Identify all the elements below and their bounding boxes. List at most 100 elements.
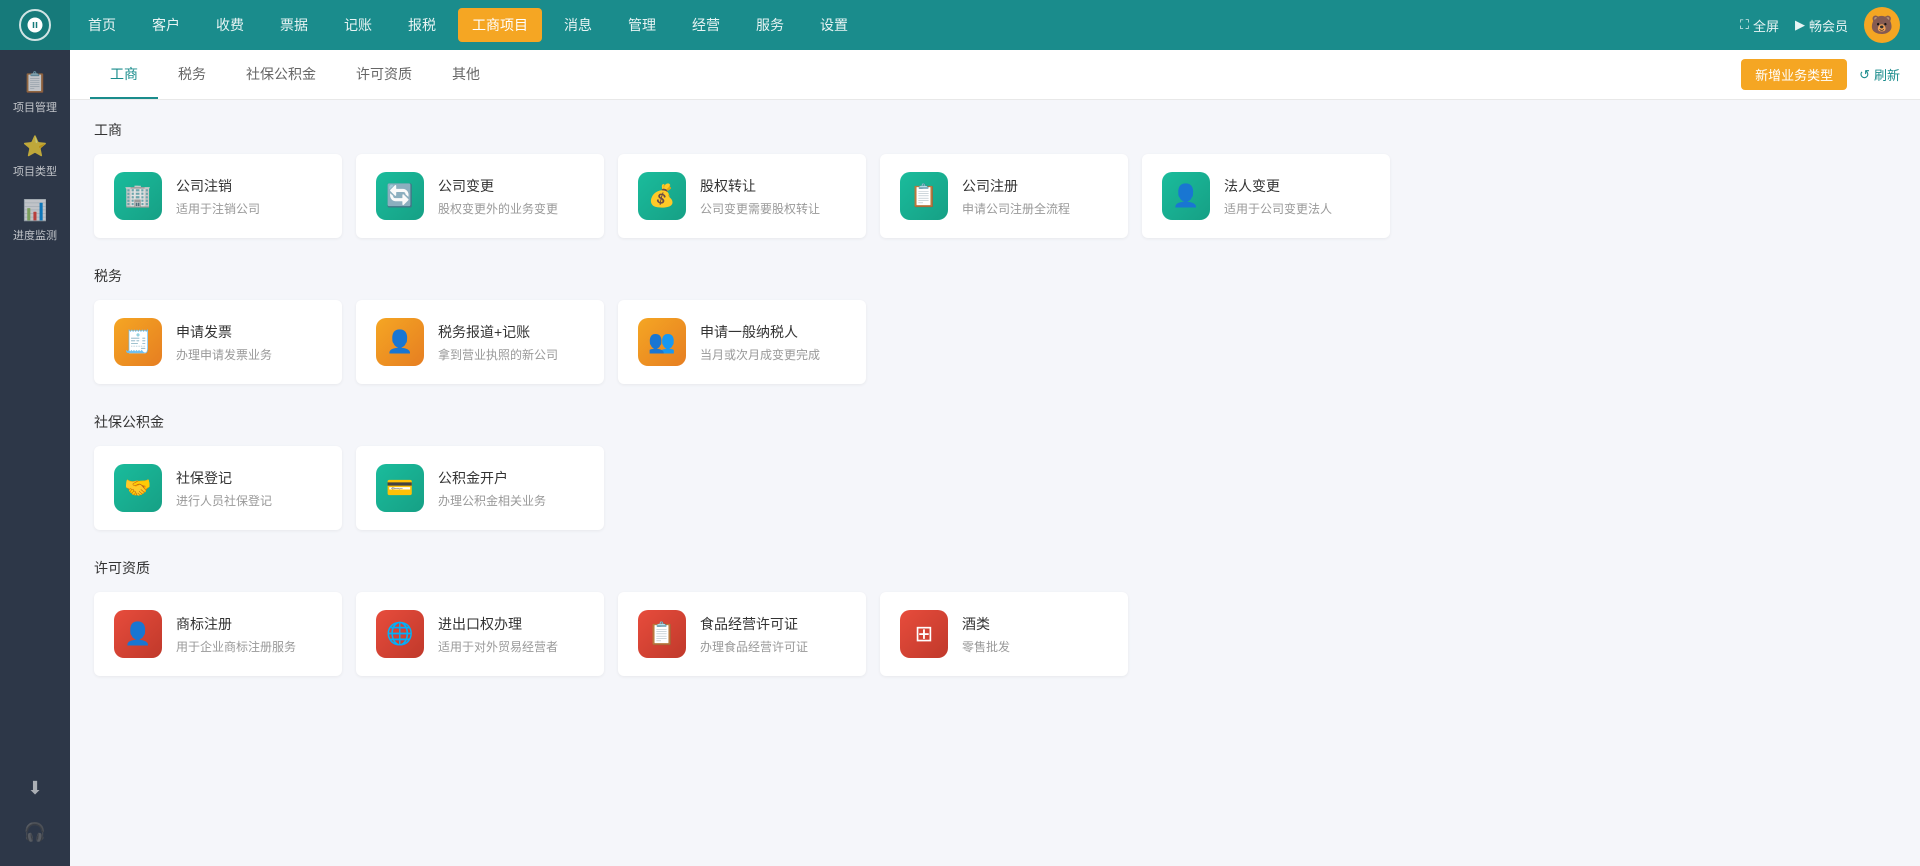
- card-商标注册[interactable]: 👤 商标注册用于企业商标注册服务: [94, 592, 342, 676]
- card-title-进出口权办理: 进出口权办理: [438, 614, 584, 634]
- cards-grid-许可资质: 👤 商标注册用于企业商标注册服务 🌐 进出口权办理适用于对外贸易经营者 📋 食品经营许可证…: [94, 592, 1896, 676]
- card-申请发票[interactable]: 🧾 申请发票办理申请发票业务: [94, 300, 342, 384]
- fullscreen-button[interactable]: ⛶ 全屏: [1740, 16, 1779, 35]
- nav-item-设置[interactable]: 设置: [802, 0, 866, 50]
- sidebar-item-1[interactable]: ⭐项目类型: [0, 124, 70, 188]
- card-desc-食品经营许可证: 办理食品经营许可证: [700, 638, 846, 655]
- nav-item-工商项目[interactable]: 工商项目: [458, 8, 542, 42]
- tab-税务[interactable]: 税务: [158, 50, 226, 99]
- card-text-股权转让: 股权转让公司变更需要股权转让: [700, 176, 846, 217]
- card-icon-酒类: ⊞: [900, 610, 948, 658]
- card-text-食品经营许可证: 食品经营许可证办理食品经营许可证: [700, 614, 846, 655]
- card-desc-社保登记: 进行人员社保登记: [176, 492, 322, 509]
- logo-area[interactable]: [0, 0, 70, 50]
- card-icon-公司变更: 🔄: [376, 172, 424, 220]
- card-text-税务报道+记账: 税务报道+记账拿到营业执照的新公司: [438, 322, 584, 363]
- card-text-公司注册: 公司注册申请公司注册全流程: [962, 176, 1108, 217]
- card-icon-进出口权办理: 🌐: [376, 610, 424, 658]
- card-公司变更[interactable]: 🔄 公司变更股权变更外的业务变更: [356, 154, 604, 238]
- nav-item-经营[interactable]: 经营: [674, 0, 738, 50]
- card-desc-股权转让: 公司变更需要股权转让: [700, 200, 846, 217]
- cards-grid-税务: 🧾 申请发票办理申请发票业务 👤税务报道+记账拿到营业执照的新公司 👥 申请一般纳税人当…: [94, 300, 1896, 384]
- tab-社保公积金[interactable]: 社保公积金: [226, 50, 336, 99]
- card-desc-公司注销: 适用于注销公司: [176, 200, 322, 217]
- section-title-许可资质: 许可资质: [94, 558, 1896, 578]
- card-社保登记[interactable]: 🤝 社保登记进行人员社保登记: [94, 446, 342, 530]
- card-title-商标注册: 商标注册: [176, 614, 322, 634]
- top-navigation: 首页客户收费票据记账报税工商项目消息管理经营服务设置 ⛶ 全屏 ▶ 畅会员 🐻: [0, 0, 1920, 50]
- card-法人变更[interactable]: 👤法人变更适用于公司变更法人: [1142, 154, 1390, 238]
- sidebar-bottom-icon-1[interactable]: 🎧: [17, 814, 53, 850]
- main-layout: 📋项目管理⭐项目类型📊进度监测⬇🎧 工商税务社保公积金许可资质其他 新增业务类型…: [0, 50, 1920, 866]
- card-股权转让[interactable]: 💰 股权转让公司变更需要股权转让: [618, 154, 866, 238]
- card-text-申请发票: 申请发票办理申请发票业务: [176, 322, 322, 363]
- card-text-酒类: 酒类零售批发: [962, 614, 1108, 655]
- card-title-申请发票: 申请发票: [176, 322, 322, 342]
- card-desc-公司注册: 申请公司注册全流程: [962, 200, 1108, 217]
- vip-button[interactable]: ▶ 畅会员: [1795, 16, 1848, 35]
- section-title-税务: 税务: [94, 266, 1896, 286]
- nav-right: ⛶ 全屏 ▶ 畅会员 🐻: [1740, 7, 1920, 43]
- nav-item-收费[interactable]: 收费: [198, 0, 262, 50]
- card-icon-申请一般纳税人: 👥: [638, 318, 686, 366]
- tab-工商[interactable]: 工商: [90, 50, 158, 99]
- nav-item-消息[interactable]: 消息: [546, 0, 610, 50]
- card-text-公司注销: 公司注销适用于注销公司: [176, 176, 322, 217]
- tabs-bar: 工商税务社保公积金许可资质其他 新增业务类型 ↺ 刷新: [70, 50, 1920, 100]
- card-icon-社保登记: 🤝: [114, 464, 162, 512]
- card-title-股权转让: 股权转让: [700, 176, 846, 196]
- card-text-申请一般纳税人: 申请一般纳税人当月或次月成变更完成: [700, 322, 846, 363]
- tab-许可资质[interactable]: 许可资质: [336, 50, 432, 99]
- card-进出口权办理[interactable]: 🌐 进出口权办理适用于对外贸易经营者: [356, 592, 604, 676]
- nav-item-客户[interactable]: 客户: [134, 0, 198, 50]
- card-icon-商标注册: 👤: [114, 610, 162, 658]
- card-desc-进出口权办理: 适用于对外贸易经营者: [438, 638, 584, 655]
- card-title-酒类: 酒类: [962, 614, 1108, 634]
- card-desc-申请发票: 办理申请发票业务: [176, 346, 322, 363]
- nav-item-管理[interactable]: 管理: [610, 0, 674, 50]
- card-酒类[interactable]: ⊞ 酒类零售批发: [880, 592, 1128, 676]
- card-desc-法人变更: 适用于公司变更法人: [1224, 200, 1370, 217]
- card-icon-食品经营许可证: 📋: [638, 610, 686, 658]
- card-公积金开户[interactable]: 💳 公积金开户办理公积金相关业务: [356, 446, 604, 530]
- card-申请一般纳税人[interactable]: 👥 申请一般纳税人当月或次月成变更完成: [618, 300, 866, 384]
- card-icon-申请发票: 🧾: [114, 318, 162, 366]
- new-type-button[interactable]: 新增业务类型: [1741, 59, 1847, 90]
- refresh-button[interactable]: ↺ 刷新: [1859, 65, 1900, 84]
- nav-item-报税[interactable]: 报税: [390, 0, 454, 50]
- card-icon-公积金开户: 💳: [376, 464, 424, 512]
- card-text-商标注册: 商标注册用于企业商标注册服务: [176, 614, 322, 655]
- sidebar-bottom-icon-0[interactable]: ⬇: [17, 770, 53, 806]
- card-desc-税务报道+记账: 拿到营业执照的新公司: [438, 346, 584, 363]
- nav-item-记账[interactable]: 记账: [326, 0, 390, 50]
- card-税务报道+记账[interactable]: 👤税务报道+记账拿到营业执照的新公司: [356, 300, 604, 384]
- card-desc-公积金开户: 办理公积金相关业务: [438, 492, 584, 509]
- user-avatar[interactable]: 🐻: [1864, 7, 1900, 43]
- tabs-right: 新增业务类型 ↺ 刷新: [1741, 59, 1900, 90]
- card-icon-公司注销: 🏢: [114, 172, 162, 220]
- card-title-公积金开户: 公积金开户: [438, 468, 584, 488]
- card-icon-股权转让: 💰: [638, 172, 686, 220]
- card-desc-酒类: 零售批发: [962, 638, 1108, 655]
- card-text-公司变更: 公司变更股权变更外的业务变更: [438, 176, 584, 217]
- card-icon-公司注册: 📋: [900, 172, 948, 220]
- main-scroll[interactable]: 工商🏢公司注销适用于注销公司🔄公司变更股权变更外的业务变更💰股权转让公司变更需要…: [70, 100, 1920, 866]
- nav-item-首页[interactable]: 首页: [70, 0, 134, 50]
- card-title-申请一般纳税人: 申请一般纳税人: [700, 322, 846, 342]
- card-公司注册[interactable]: 📋 公司注册申请公司注册全流程: [880, 154, 1128, 238]
- nav-item-票据[interactable]: 票据: [262, 0, 326, 50]
- nav-item-服务[interactable]: 服务: [738, 0, 802, 50]
- tabs-left: 工商税务社保公积金许可资质其他: [90, 50, 500, 99]
- content-area: 工商税务社保公积金许可资质其他 新增业务类型 ↺ 刷新 工商 🏢 公司注销适用于注销…: [70, 50, 1920, 866]
- card-title-公司注销: 公司注销: [176, 176, 322, 196]
- sidebar-item-2[interactable]: 📊进度监测: [0, 188, 70, 252]
- card-desc-公司变更: 股权变更外的业务变更: [438, 200, 584, 217]
- card-icon-法人变更: 👤: [1162, 172, 1210, 220]
- card-text-社保登记: 社保登记进行人员社保登记: [176, 468, 322, 509]
- tab-其他[interactable]: 其他: [432, 50, 500, 99]
- nav-items: 首页客户收费票据记账报税工商项目消息管理经营服务设置: [70, 0, 1740, 50]
- card-desc-申请一般纳税人: 当月或次月成变更完成: [700, 346, 846, 363]
- card-公司注销[interactable]: 🏢 公司注销适用于注销公司: [94, 154, 342, 238]
- card-食品经营许可证[interactable]: 📋 食品经营许可证办理食品经营许可证: [618, 592, 866, 676]
- sidebar-item-0[interactable]: 📋项目管理: [0, 60, 70, 124]
